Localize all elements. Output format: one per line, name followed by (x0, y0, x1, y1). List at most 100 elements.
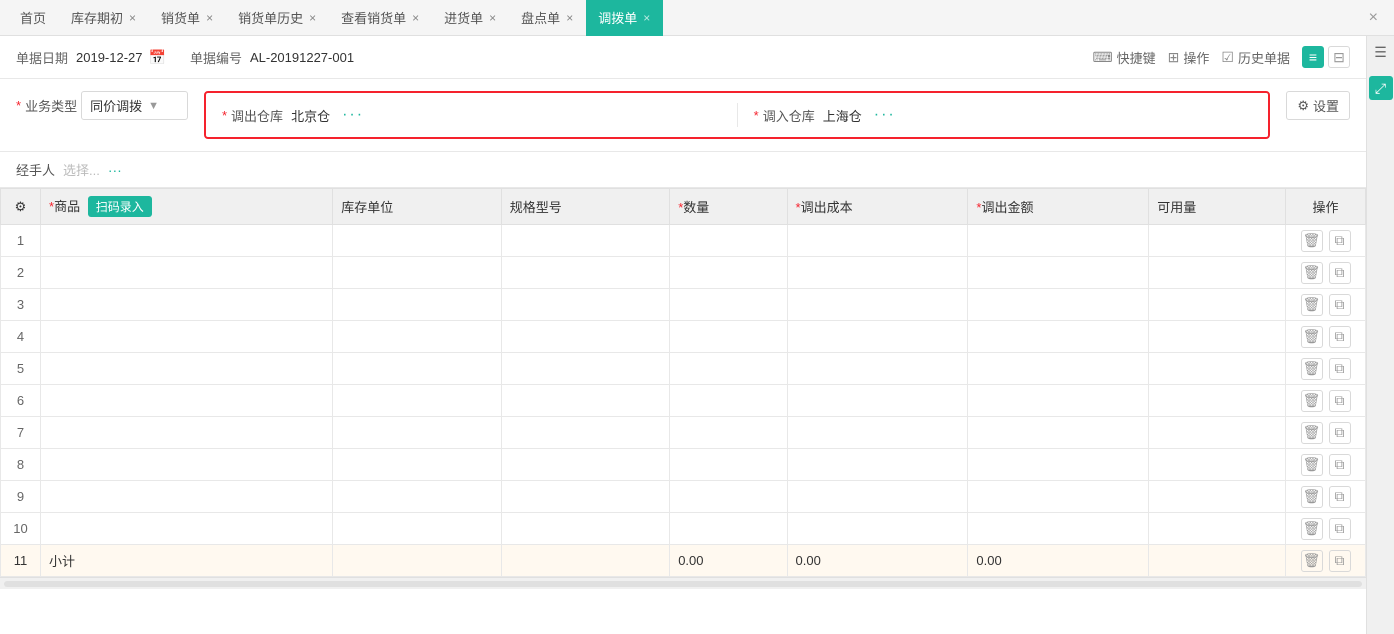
delete-icon[interactable]: 🗑 (1301, 454, 1323, 476)
side-expand-icon[interactable]: ⤢ (1369, 76, 1393, 100)
calendar-icon[interactable]: 📅 (149, 49, 166, 66)
in-wh-dots-icon[interactable]: ··· (874, 106, 896, 124)
qty-cell-1[interactable] (670, 225, 787, 257)
grid-view-button[interactable]: ⊟ (1328, 46, 1350, 68)
copy-icon[interactable]: ⧉ (1329, 326, 1351, 348)
qty-cell-9[interactable] (670, 481, 787, 513)
cost-cell-8[interactable] (787, 449, 968, 481)
qty-cell-6[interactable] (670, 385, 787, 417)
cost-cell-10[interactable] (787, 513, 968, 545)
table-row: 2 🗑 ⧉ (1, 257, 1366, 289)
tab-close-view-sales[interactable]: × (412, 12, 419, 24)
tab-close-transfer-order[interactable]: × (643, 12, 650, 24)
amount-cell-4[interactable] (968, 321, 1149, 353)
tab-view-sales[interactable]: 查看销货单× (329, 0, 432, 36)
tab-close-sales-order[interactable]: × (206, 12, 213, 24)
scan-button[interactable]: 扫码录入 (88, 196, 152, 217)
cost-cell-3[interactable] (787, 289, 968, 321)
qty-cell-5[interactable] (670, 353, 787, 385)
amount-cell-9[interactable] (968, 481, 1149, 513)
tab-inventory-check[interactable]: 盘点单× (509, 0, 586, 36)
tab-transfer-order[interactable]: 调拨单× (586, 0, 663, 36)
cost-cell-9[interactable] (787, 481, 968, 513)
cost-cell-2[interactable] (787, 257, 968, 289)
list-view-button[interactable]: ≡ (1302, 46, 1324, 68)
delete-icon[interactable]: 🗑 (1301, 230, 1323, 252)
amount-cell-2[interactable] (968, 257, 1149, 289)
amount-cell-1[interactable] (968, 225, 1149, 257)
operations-icon: ⊞ (1168, 49, 1180, 66)
copy-icon[interactable]: ⧉ (1329, 390, 1351, 412)
tab-sales-order[interactable]: 销货单× (149, 0, 226, 36)
handler-select[interactable]: 选择... (63, 160, 100, 179)
goods-cell-3[interactable] (41, 289, 333, 321)
qty-cell-7[interactable] (670, 417, 787, 449)
amount-cell-5[interactable] (968, 353, 1149, 385)
delete-icon[interactable]: 🗑 (1301, 326, 1323, 348)
table-row: 5 🗑 ⧉ (1, 353, 1366, 385)
subtotal-cost: 0.00 (787, 545, 968, 577)
handler-dots-icon[interactable]: ··· (108, 162, 122, 178)
goods-cell-2[interactable] (41, 257, 333, 289)
goods-cell-10[interactable] (41, 513, 333, 545)
business-type-select[interactable]: 同价调拨 ▼ (81, 91, 188, 120)
copy-icon[interactable]: ⧉ (1329, 550, 1351, 572)
cost-cell-6[interactable] (787, 385, 968, 417)
delete-icon[interactable]: 🗑 (1301, 550, 1323, 572)
operations-button[interactable]: ⊞ 操作 (1168, 48, 1210, 67)
goods-cell-7[interactable] (41, 417, 333, 449)
delete-icon[interactable]: 🗑 (1301, 486, 1323, 508)
subtotal-label: 小计 (41, 545, 333, 577)
goods-cell-1[interactable] (41, 225, 333, 257)
amount-cell-7[interactable] (968, 417, 1149, 449)
cost-cell-7[interactable] (787, 417, 968, 449)
goods-cell-5[interactable] (41, 353, 333, 385)
copy-icon[interactable]: ⧉ (1329, 230, 1351, 252)
copy-icon[interactable]: ⧉ (1329, 262, 1351, 284)
amount-cell-3[interactable] (968, 289, 1149, 321)
scrollbar[interactable] (0, 577, 1366, 589)
amount-cell-6[interactable] (968, 385, 1149, 417)
tab-close-purchase-order[interactable]: × (489, 12, 496, 24)
amount-cell-10[interactable] (968, 513, 1149, 545)
goods-cell-6[interactable] (41, 385, 333, 417)
tab-purchase-order[interactable]: 进货单× (432, 0, 509, 36)
out-wh-dots-icon[interactable]: ··· (342, 106, 364, 124)
th-gear[interactable]: ⚙ (1, 189, 41, 225)
copy-icon[interactable]: ⧉ (1329, 518, 1351, 540)
delete-icon[interactable]: 🗑 (1301, 422, 1323, 444)
qty-cell-2[interactable] (670, 257, 787, 289)
history-button[interactable]: ☑ 历史单据 (1221, 48, 1290, 67)
delete-icon[interactable]: 🗑 (1301, 262, 1323, 284)
delete-icon[interactable]: 🗑 (1301, 518, 1323, 540)
tab-close-sales-history[interactable]: × (309, 12, 316, 24)
cost-cell-4[interactable] (787, 321, 968, 353)
cost-cell-5[interactable] (787, 353, 968, 385)
tab-sales-history[interactable]: 销货单历史× (226, 0, 329, 36)
settings-button[interactable]: ⚙ 设置 (1286, 91, 1350, 120)
delete-icon[interactable]: 🗑 (1301, 358, 1323, 380)
copy-icon[interactable]: ⧉ (1329, 454, 1351, 476)
copy-icon[interactable]: ⧉ (1329, 422, 1351, 444)
copy-icon[interactable]: ⧉ (1329, 486, 1351, 508)
copy-icon[interactable]: ⧉ (1329, 294, 1351, 316)
goods-cell-8[interactable] (41, 449, 333, 481)
amount-cell-8[interactable] (968, 449, 1149, 481)
close-all-button[interactable]: × (1361, 9, 1386, 27)
copy-icon[interactable]: ⧉ (1329, 358, 1351, 380)
goods-cell-9[interactable] (41, 481, 333, 513)
shortcuts-button[interactable]: ⌨ 快捷键 (1092, 48, 1155, 67)
cost-cell-1[interactable] (787, 225, 968, 257)
tab-close-inventory-check[interactable]: × (566, 12, 573, 24)
tab-inventory-init[interactable]: 库存期初× (59, 0, 149, 36)
qty-cell-3[interactable] (670, 289, 787, 321)
delete-icon[interactable]: 🗑 (1301, 390, 1323, 412)
delete-icon[interactable]: 🗑 (1301, 294, 1323, 316)
side-doc-icon[interactable]: ☰ (1369, 40, 1393, 64)
qty-cell-4[interactable] (670, 321, 787, 353)
qty-cell-8[interactable] (670, 449, 787, 481)
qty-cell-10[interactable] (670, 513, 787, 545)
tab-close-inventory-init[interactable]: × (129, 12, 136, 24)
goods-cell-4[interactable] (41, 321, 333, 353)
tab-home[interactable]: 首页 (8, 0, 59, 36)
